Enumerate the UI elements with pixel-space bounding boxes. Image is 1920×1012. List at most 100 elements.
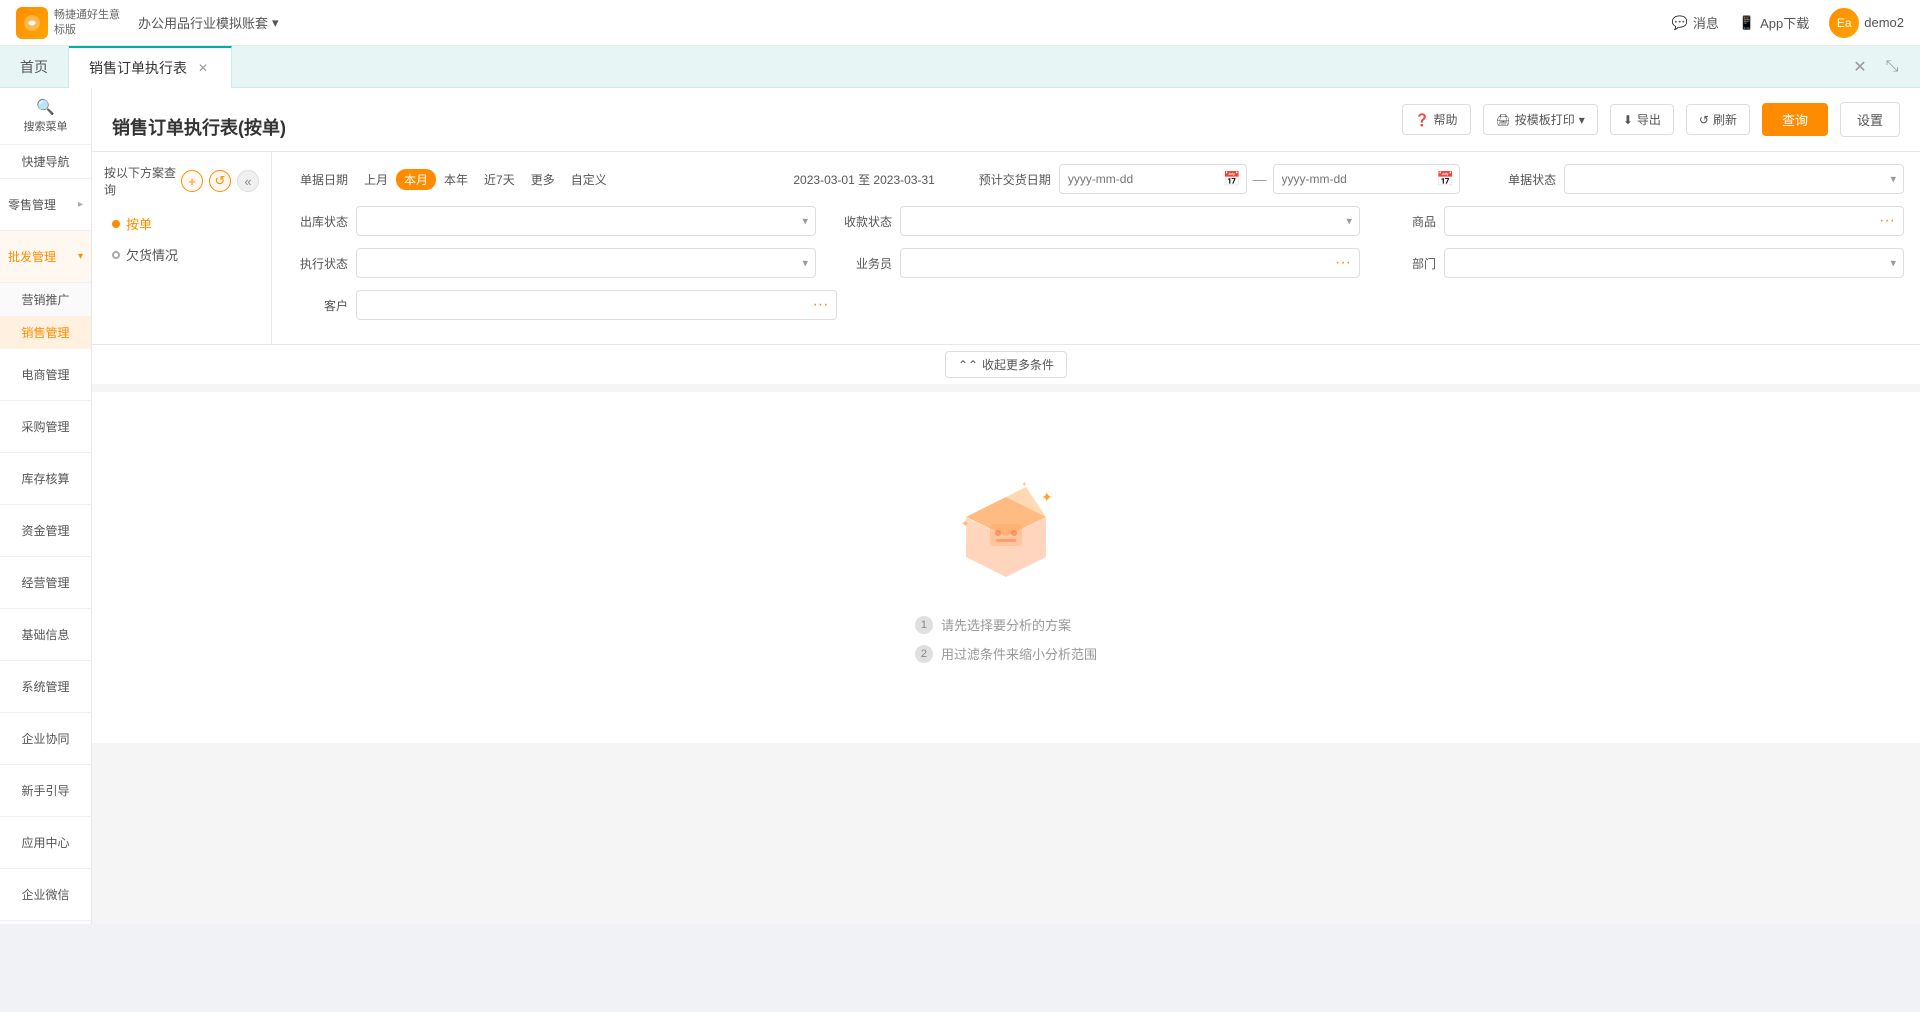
tab-home[interactable]: 首页: [0, 46, 69, 88]
delivery-start-input[interactable]: [1059, 164, 1247, 194]
sidebar-item-wechat[interactable]: 企业微信: [0, 869, 91, 921]
filter-panel: 按以下方案查询 + ↺ « 按单 欠货情况: [92, 152, 1920, 344]
message-icon: 💬: [1672, 15, 1688, 31]
refresh-button[interactable]: ↺ 刷新: [1686, 104, 1750, 135]
sidebar-item-system-label: 系统管理: [21, 678, 69, 695]
sidebar-sub-marketing[interactable]: 营销推广: [0, 283, 91, 316]
app-selector[interactable]: 办公用品行业模拟账套 ▾: [130, 9, 287, 36]
page-title: 销售订单执行表(按单): [112, 114, 286, 140]
delivery-end-input[interactable]: [1273, 164, 1461, 194]
sidebar-search[interactable]: 🔍 搜索菜单: [0, 88, 91, 145]
goods-ellipsis: ···: [1879, 212, 1895, 230]
sidebar-item-finance-label: 资金管理: [21, 522, 69, 539]
sidebar-sub-sales[interactable]: 销售管理: [0, 316, 91, 349]
filter-field-status: 单据状态 ▾: [1496, 164, 1904, 194]
empty-steps: 1 请先选择要分析的方案 2 用过滤条件来缩小分析范围: [915, 615, 1097, 663]
dept-select[interactable]: [1444, 248, 1904, 278]
filter-field-salesperson: 业务员 ···: [832, 248, 1360, 278]
tab-close-icon[interactable]: ✕: [195, 60, 211, 76]
date-tab-this-year[interactable]: 本年: [436, 169, 476, 190]
scheme-title: 按以下方案查询: [104, 164, 181, 198]
calendar-icon-start[interactable]: 📅: [1223, 171, 1240, 188]
scheme-dot-active: [112, 220, 120, 228]
sidebar-quick-nav[interactable]: 快捷导航: [0, 145, 91, 179]
collapse-button[interactable]: ⌃⌃ 收起更多条件: [945, 351, 1067, 378]
sidebar-item-finance[interactable]: 资金管理: [0, 505, 91, 557]
filter-field-receipt-status: 收款状态 ▾: [832, 206, 1360, 236]
scheme-panel: 按以下方案查询 + ↺ « 按单 欠货情况: [92, 152, 272, 344]
empty-step-1: 1 请先选择要分析的方案: [915, 615, 1097, 634]
top-header: 畅捷通好生意 标版 办公用品行业模拟账套 ▾ 💬 消息 📱 App下载 Ea d…: [0, 0, 1920, 46]
sidebar-sub-sales-label: 销售管理: [21, 324, 69, 341]
query-button[interactable]: 查询: [1762, 103, 1828, 136]
sidebar-item-apps[interactable]: 应用中心: [0, 817, 91, 869]
sidebar-item-enterprise[interactable]: 企业协同: [0, 713, 91, 765]
date-tab-custom[interactable]: 自定义: [563, 169, 615, 190]
scheme-add-button[interactable]: +: [181, 170, 203, 192]
settings-button[interactable]: 设置: [1840, 102, 1900, 137]
scheme-refresh-button[interactable]: ↺: [209, 170, 231, 192]
sidebar-item-ecommerce[interactable]: 电商管理: [0, 349, 91, 401]
sidebar-item-retail[interactable]: 零售管理 ▸: [0, 179, 91, 231]
close-window-button[interactable]: ✕: [1848, 55, 1872, 79]
delivery-date-range: 📅 — 📅: [1059, 164, 1460, 194]
empty-step-1-text: 请先选择要分析的方案: [941, 615, 1071, 634]
scheme-collapse-button[interactable]: «: [237, 170, 259, 192]
date-tab-7days[interactable]: 近7天: [476, 169, 523, 190]
sidebar-item-operations[interactable]: 经营管理: [0, 557, 91, 609]
scheme-item-欠货情况[interactable]: 欠货情况: [104, 239, 259, 270]
expand-window-button[interactable]: ⤡: [1880, 55, 1904, 79]
empty-step-2: 2 用过滤条件来缩小分析范围: [915, 644, 1097, 663]
sidebar-item-newbie-label: 新手引导: [21, 782, 69, 799]
template-print-button[interactable]: 🖨 按模板打印 ▾: [1483, 104, 1598, 135]
status-select-wrap: ▾: [1564, 164, 1904, 194]
out-status-select[interactable]: [356, 206, 816, 236]
avatar: Ea: [1829, 8, 1859, 38]
main-content: 销售订单执行表(按单) ❓ 帮助 🖨 按模板打印 ▾ ⬇ 导出 ↺ 刷新: [92, 88, 1920, 924]
date-tab-this-month[interactable]: 本月: [396, 169, 436, 190]
collapse-up-icon: ⌃⌃: [958, 358, 978, 372]
sidebar-item-wholesale[interactable]: 批发管理 ▾: [0, 231, 91, 283]
sidebar-item-purchase[interactable]: 采购管理: [0, 401, 91, 453]
receipt-status-label: 收款状态: [832, 213, 892, 230]
scheme-dot-outline: [112, 251, 120, 259]
step-num-1: 1: [915, 616, 933, 634]
customer-select-wrap[interactable]: ···: [356, 290, 837, 320]
export-button[interactable]: ⬇ 导出: [1610, 104, 1674, 135]
calendar-icon-end[interactable]: 📅: [1437, 171, 1454, 188]
sidebar-item-inventory[interactable]: 库存核算: [0, 453, 91, 505]
user-profile[interactable]: Ea demo2: [1829, 8, 1904, 38]
customer-label: 客户: [288, 297, 348, 314]
scheme-header: 按以下方案查询 + ↺ «: [104, 164, 259, 198]
receipt-status-select[interactable]: [900, 206, 1360, 236]
avatar-text: Ea: [1837, 16, 1852, 30]
goods-select-wrap[interactable]: ···: [1444, 206, 1904, 236]
exec-status-select[interactable]: [356, 248, 816, 278]
help-button[interactable]: ❓ 帮助: [1402, 104, 1471, 135]
message-button[interactable]: 💬 消息: [1672, 13, 1719, 32]
scheme-icons: + ↺ «: [181, 170, 259, 192]
sidebar-item-basic[interactable]: 基础信息: [0, 609, 91, 661]
filter-row-3: 执行状态 ▾ 业务员 ···: [288, 248, 1904, 278]
collapse-label: 收起更多条件: [982, 356, 1054, 373]
receipt-status-select-wrap: ▾: [900, 206, 1360, 236]
sidebar: 🔍 搜索菜单 快捷导航 零售管理 ▸ 批发管理 ▾ 营销推广 销售管理 电商管理…: [0, 88, 92, 924]
export-icon: ⬇: [1623, 113, 1633, 127]
sidebar-search-label: 搜索菜单: [24, 118, 68, 134]
scheme-item-按单[interactable]: 按单: [104, 208, 259, 239]
app-download-button[interactable]: 📱 App下载: [1739, 13, 1809, 32]
salesperson-label: 业务员: [832, 255, 892, 272]
date-tab-more[interactable]: 更多: [523, 169, 563, 190]
status-select[interactable]: [1564, 164, 1904, 194]
sidebar-item-system[interactable]: 系统管理: [0, 661, 91, 713]
sidebar-quick-nav-label: 快捷导航: [21, 153, 69, 170]
sidebar-item-wechat-label: 企业微信: [21, 886, 69, 903]
tab-sales-order[interactable]: 销售订单执行表 ✕: [69, 46, 232, 88]
chevron-down-icon: ▾: [272, 15, 279, 31]
delivery-start-wrap: 📅: [1059, 164, 1247, 194]
salesperson-select-wrap[interactable]: ···: [900, 248, 1360, 278]
collapse-bar[interactable]: ⌃⌃ 收起更多条件: [92, 344, 1920, 384]
header-right: 💬 消息 📱 App下载 Ea demo2: [1672, 8, 1904, 38]
sidebar-item-newbie[interactable]: 新手引导: [0, 765, 91, 817]
date-tab-last-month[interactable]: 上月: [356, 169, 396, 190]
